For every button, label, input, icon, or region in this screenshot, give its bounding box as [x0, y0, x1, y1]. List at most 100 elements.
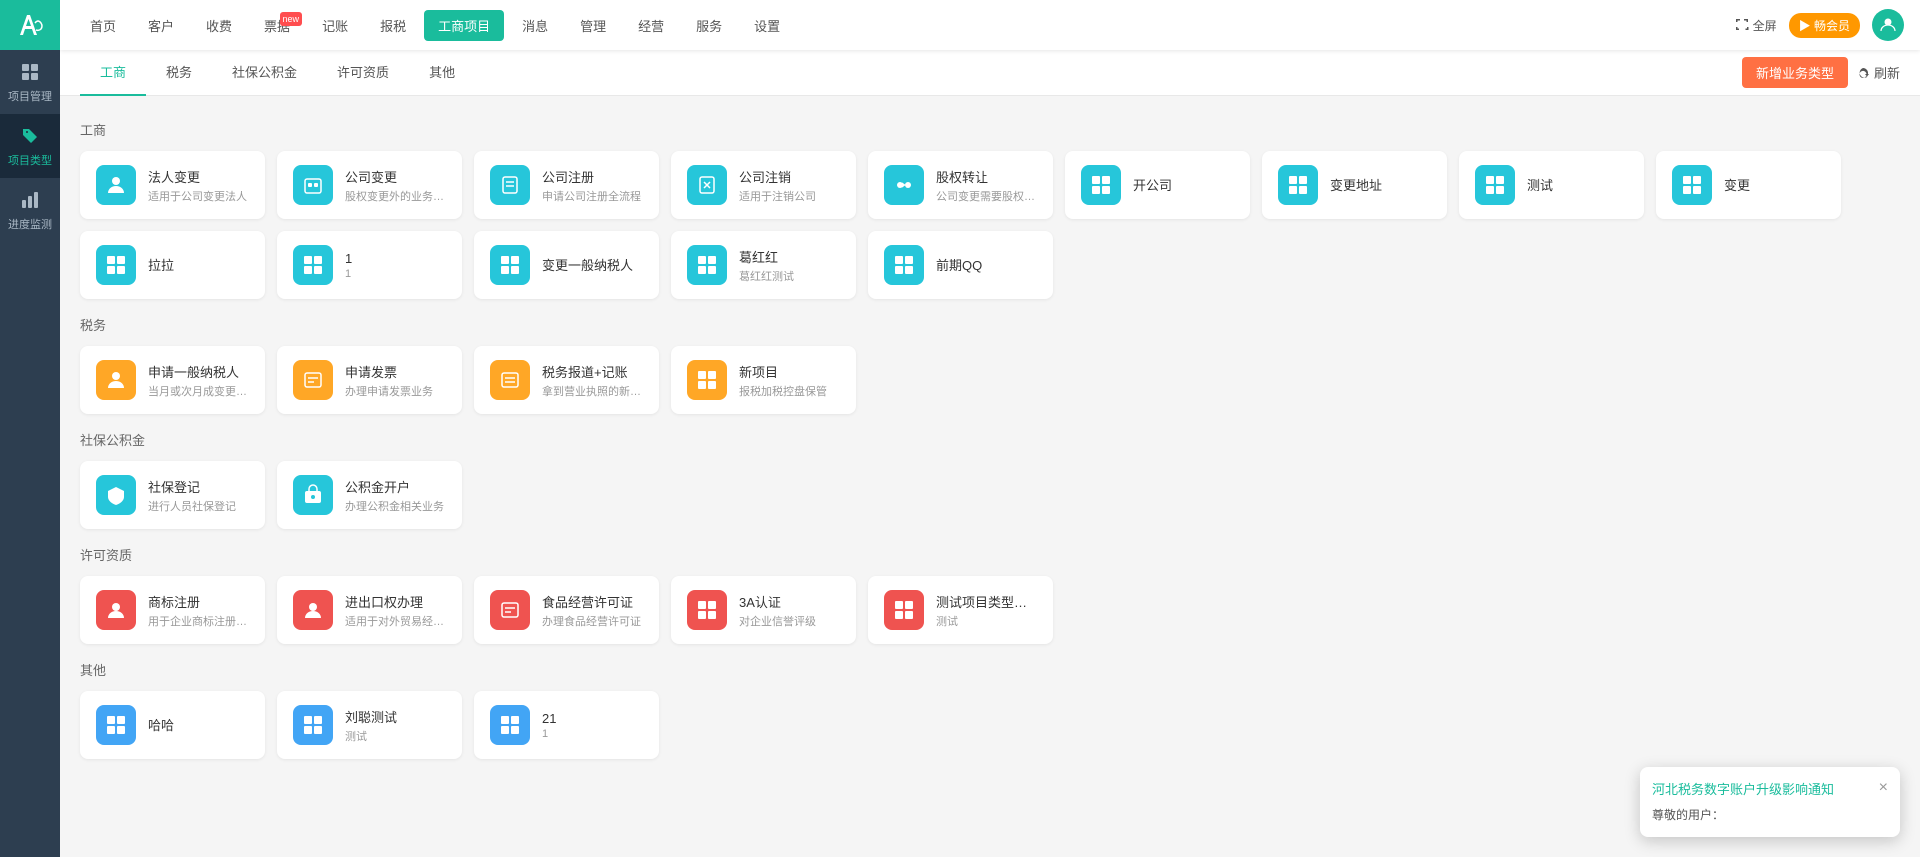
- card-test[interactable]: 测试: [1459, 151, 1644, 219]
- card-qianqi-qq[interactable]: 前期QQ: [868, 231, 1053, 299]
- chart-icon: [18, 188, 42, 212]
- main-area: 首页 客户 收费 票据 new 记账 报税 工商项目 消息 管理 经营 服务 设…: [60, 0, 1920, 857]
- subtabs-right: 新增业务类型 刷新: [1742, 57, 1900, 88]
- card-company-register[interactable]: 公司注册 申请公司注册全流程: [474, 151, 659, 219]
- card-icon-import-export: [293, 590, 333, 630]
- subtab-xuke[interactable]: 许可资质: [317, 50, 409, 96]
- avatar[interactable]: [1872, 9, 1904, 41]
- nav-operate[interactable]: 经营: [624, 10, 678, 41]
- card-test-type-def[interactable]: 测试项目类型目定义 测试: [868, 576, 1053, 644]
- card-new-project[interactable]: 新项目 报税加税控盘保管: [671, 346, 856, 414]
- card-icon-tax-bookkeeping: [490, 360, 530, 400]
- notification-popup: 河北税务数字账户升级影响通知 × 尊敬的用户：: [1640, 767, 1900, 837]
- card-icon-3a-cert: [687, 590, 727, 630]
- card-icon-open-company: [1081, 165, 1121, 205]
- card-icon-qianqi-qq: [884, 245, 924, 285]
- card-icon-social-insurance: [96, 475, 136, 515]
- grid-icon: [18, 60, 42, 84]
- card-company-change[interactable]: 公司变更 股权变更外的业务变更: [277, 151, 462, 219]
- card-icon-test-type-def: [884, 590, 924, 630]
- card-social-insurance[interactable]: 社保登记 进行人员社保登记: [80, 461, 265, 529]
- card-icon-gehonghong: [687, 245, 727, 285]
- sidebar-item-project-manage[interactable]: 项目管理: [0, 50, 60, 114]
- sidebar: 项目管理 项目类型 进度监测: [0, 0, 60, 857]
- card-icon-apply-invoice: [293, 360, 333, 400]
- refresh-button[interactable]: 刷新: [1856, 63, 1900, 82]
- vip-button[interactable]: ▶ 畅会员: [1789, 13, 1860, 38]
- nav-manage[interactable]: 管理: [566, 10, 620, 41]
- sidebar-logo[interactable]: [0, 0, 60, 50]
- sidebar-item-project-type[interactable]: 项目类型: [0, 114, 60, 178]
- nav-ticket[interactable]: 票据 new: [250, 10, 304, 41]
- notification-close-button[interactable]: ×: [1879, 780, 1888, 796]
- card-company-cancel[interactable]: 公司注销 适用于注销公司: [671, 151, 856, 219]
- card-icon-provident-fund: [293, 475, 333, 515]
- refresh-icon: [1856, 66, 1870, 80]
- card-3a-cert[interactable]: 3A认证 对企业信誉评级: [671, 576, 856, 644]
- card-legal-change[interactable]: 法人变更 适用于公司变更法人: [80, 151, 265, 219]
- card-apply-invoice[interactable]: 申请发票 办理申请发票业务: [277, 346, 462, 414]
- card-icon-company-change: [293, 165, 333, 205]
- card-haha[interactable]: 哈哈: [80, 691, 265, 759]
- nav-tax[interactable]: 报税: [366, 10, 420, 41]
- card-icon-change-taxpayer: [490, 245, 530, 285]
- card-gehonghong[interactable]: 葛红红 葛红红测试: [671, 231, 856, 299]
- cards-grid-shebao: 社保登记 进行人员社保登记 公积金开户 办理公积金相关业务: [80, 461, 1900, 529]
- section-title-shuiwu: 税务: [80, 315, 1900, 334]
- sidebar-item-progress[interactable]: 进度监测: [0, 178, 60, 242]
- notification-popup-header: 河北税务数字账户升级影响通知 ×: [1652, 779, 1888, 798]
- topnav: 首页 客户 收费 票据 new 记账 报税 工商项目 消息 管理 经营 服务 设…: [60, 0, 1920, 50]
- card-one[interactable]: 1 1: [277, 231, 462, 299]
- card-icon-haha: [96, 705, 136, 745]
- card-icon-equity-transfer: [884, 165, 924, 205]
- card-change-address[interactable]: 变更地址: [1262, 151, 1447, 219]
- card-icon-test: [1475, 165, 1515, 205]
- card-import-export[interactable]: 进出口权办理 适用于对外贸易经营者: [277, 576, 462, 644]
- card-liucong-test[interactable]: 刘聪测试 测试: [277, 691, 462, 759]
- card-icon-trademark: [96, 590, 136, 630]
- nav-message[interactable]: 消息: [508, 10, 562, 41]
- subtab-shuiwu[interactable]: 税务: [146, 50, 212, 96]
- card-tax-bookkeeping[interactable]: 税务报道+记账 拿到营业执照的新公司: [474, 346, 659, 414]
- subtab-shebao[interactable]: 社保公积金: [212, 50, 317, 96]
- nav-home[interactable]: 首页: [76, 10, 130, 41]
- notification-title: 河北税务数字账户升级影响通知: [1652, 779, 1834, 798]
- card-equity-transfer[interactable]: 股权转让 公司变更需要股权转让: [868, 151, 1053, 219]
- card-icon-new-project: [687, 360, 727, 400]
- topnav-right: 全屏 ▶ 畅会员: [1735, 9, 1904, 41]
- user-icon: [1879, 16, 1897, 34]
- subtab-gongshang[interactable]: 工商: [80, 50, 146, 96]
- card-icon-company-cancel: [687, 165, 727, 205]
- card-lala[interactable]: 拉拉: [80, 231, 265, 299]
- add-business-type-button[interactable]: 新增业务类型: [1742, 57, 1848, 88]
- card-icon-liucong-test: [293, 705, 333, 745]
- card-provident-fund[interactable]: 公积金开户 办理公积金相关业务: [277, 461, 462, 529]
- section-title-qita: 其他: [80, 660, 1900, 679]
- nav-settings[interactable]: 设置: [740, 10, 794, 41]
- card-21[interactable]: 21 1: [474, 691, 659, 759]
- nav-bizproject[interactable]: 工商项目: [424, 10, 504, 41]
- card-icon-food-license: [490, 590, 530, 630]
- nav-client[interactable]: 客户: [134, 10, 188, 41]
- section-title-shebao: 社保公积金: [80, 430, 1900, 449]
- card-change[interactable]: 变更: [1656, 151, 1841, 219]
- card-icon-company-register: [490, 165, 530, 205]
- card-open-company[interactable]: 开公司: [1065, 151, 1250, 219]
- card-trademark[interactable]: 商标注册 用于企业商标注册服务: [80, 576, 265, 644]
- content: 工商 税务 社保公积金 许可资质 其他 新增业务类型 刷新 工商: [60, 50, 1920, 857]
- nav-bookkeeping[interactable]: 记账: [308, 10, 362, 41]
- scroll-area: 工商 法人变更 适用于公司变更法人 公司变更: [60, 96, 1920, 857]
- fullscreen-btn[interactable]: 全屏: [1735, 17, 1777, 34]
- nav-fee[interactable]: 收费: [192, 10, 246, 41]
- card-apply-taxpayer[interactable]: 申请一般纳税人 当月或次月成变更完成: [80, 346, 265, 414]
- nav-service[interactable]: 服务: [682, 10, 736, 41]
- card-icon-one: [293, 245, 333, 285]
- card-change-taxpayer[interactable]: 变更一般纳税人: [474, 231, 659, 299]
- new-badge: new: [280, 12, 303, 26]
- notification-content: 尊敬的用户：: [1652, 806, 1888, 825]
- cards-grid-gongshang: 法人变更 适用于公司变更法人 公司变更 股权变更外的业务变更: [80, 151, 1900, 299]
- card-icon-change-address: [1278, 165, 1318, 205]
- card-icon-legal-change: [96, 165, 136, 205]
- subtab-qita[interactable]: 其他: [409, 50, 475, 96]
- card-food-license[interactable]: 食品经营许可证 办理食品经营许可证: [474, 576, 659, 644]
